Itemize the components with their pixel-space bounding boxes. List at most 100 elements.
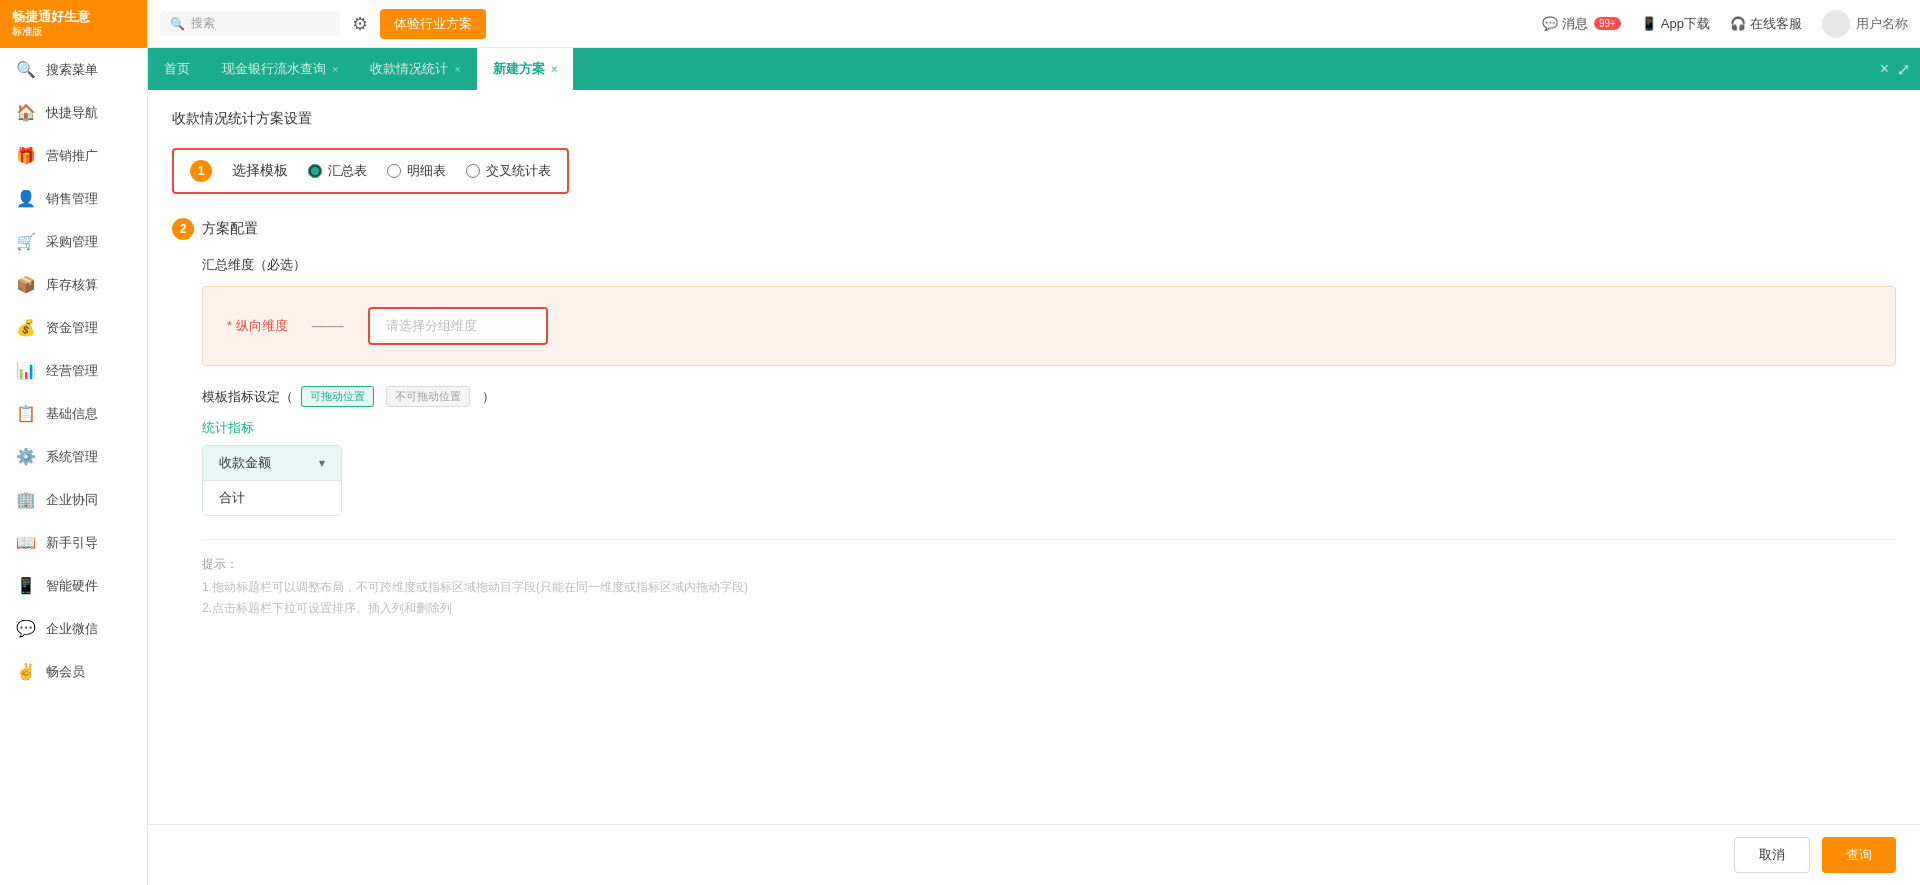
radio-cross[interactable]: 交叉统计表 [466, 162, 551, 180]
radio-summary-label: 汇总表 [328, 162, 367, 180]
settings-icon[interactable]: ⚙ [352, 13, 368, 35]
metrics-section: 模板指标设定（ 可拖动位置 不可拖动位置 ） 统计指标 收款金额 ▾ 合计 [202, 386, 1896, 519]
metrics-movable-tag: 可拖动位置 [301, 386, 374, 407]
member-icon: ✌️ [16, 662, 36, 681]
sidebar-item-sales[interactable]: 👤销售管理 [0, 177, 147, 220]
message-button[interactable]: 💬 消息 99+ [1542, 15, 1621, 33]
dimension-row: 纵向维度 —— 请选择分组维度 [227, 307, 1871, 345]
radio-detail-input[interactable] [387, 164, 401, 178]
config-section: 汇总维度（必选） 纵向维度 —— 请选择分组维度 模板指标设定（ 可 [202, 256, 1896, 617]
sidebar-item-label: 销售管理 [46, 190, 98, 208]
app-download-button[interactable]: 📱 App下载 [1641, 15, 1710, 33]
vertical-dimension-label: 纵向维度 [227, 317, 288, 335]
sidebar-item-member[interactable]: ✌️ 畅会员 [0, 650, 147, 693]
radio-detail[interactable]: 明细表 [387, 162, 446, 180]
tab-actions: × ⤢ [1880, 60, 1920, 79]
topbar-search[interactable]: 🔍 搜索 [160, 11, 340, 36]
step1-section: 1 选择模板 汇总表 明细表 交叉统计表 [172, 148, 1896, 194]
tab-label: 收款情况统计 [370, 60, 448, 78]
column-header-text: 收款金额 [219, 454, 271, 472]
beginner-icon: 📖 [16, 533, 36, 552]
sidebar-item-enterprise[interactable]: 🏢企业协同 [0, 478, 147, 521]
metrics-suffix-text: ） [482, 388, 495, 406]
app-icon: 📱 [1641, 16, 1657, 31]
sidebar-item-finance[interactable]: 💰 资金管理 [0, 306, 147, 349]
column-dropdown-icon[interactable]: ▾ [319, 456, 325, 470]
trial-button[interactable]: 体验行业方案 [380, 9, 486, 39]
tab-label: 首页 [164, 60, 190, 78]
user-avatar [1822, 10, 1850, 38]
step1-header: 1 选择模板 汇总表 明细表 交叉统计表 [172, 148, 1896, 194]
operation-icon: 📊 [16, 361, 36, 380]
marketing-icon: 🎁 [16, 146, 36, 165]
maximize-window-icon[interactable]: ⤢ [1897, 60, 1910, 79]
tab-close-icon[interactable]: × [551, 63, 557, 75]
tab-label: 现金银行流水查询 [222, 60, 326, 78]
main-area: 🔍 搜索 ⚙ 体验行业方案 💬 消息 99+ 📱 App下载 🎧 在线客服 用户… [148, 0, 1920, 885]
tips-item-2: 2.点击标题栏下拉可设置排序、插入列和删除列 [202, 600, 1896, 617]
finance-icon: 💰 [16, 318, 36, 337]
sidebar-item-purchase[interactable]: 🛒采购管理 [0, 220, 147, 263]
query-button[interactable]: 查询 [1822, 837, 1896, 873]
sidebar-item-inventory[interactable]: 📦库存核算 [0, 263, 147, 306]
tab-cash-bank[interactable]: 现金银行流水查询 × [206, 48, 354, 90]
dimension-select[interactable]: 请选择分组维度 [368, 307, 548, 345]
sidebar-item-label: 畅会员 [46, 663, 85, 681]
metrics-config-header: 模板指标设定（ 可拖动位置 不可拖动位置 ） [202, 386, 1896, 407]
step2-section: 2 方案配置 汇总维度（必选） 纵向维度 —— 请选择分组维度 [172, 218, 1896, 617]
sidebar-item-search-menu[interactable]: 🔍搜索菜单 [0, 48, 147, 91]
tab-new-plan[interactable]: 新建方案 × [477, 48, 573, 90]
online-service-label: 在线客服 [1750, 15, 1802, 33]
tabbar: 首页 现金银行流水查询 × 收款情况统计 × 新建方案 × × ⤢ [148, 48, 1920, 90]
basic-info-icon: 📋 [16, 404, 36, 423]
message-icon: 💬 [1542, 16, 1558, 31]
step2-header: 2 方案配置 [172, 218, 1896, 240]
tab-close-icon[interactable]: × [332, 63, 338, 75]
user-info[interactable]: 用户名称 [1822, 10, 1908, 38]
message-label: 消息 [1562, 15, 1588, 33]
step1-title: 选择模板 [232, 162, 288, 180]
stats-table-header[interactable]: 收款金额 ▾ [203, 446, 341, 481]
search-placeholder-text: 搜索 [191, 15, 215, 32]
sidebar-item-quick-nav[interactable]: 🏠快捷导航 [0, 91, 147, 134]
topbar: 🔍 搜索 ⚙ 体验行业方案 💬 消息 99+ 📱 App下载 🎧 在线客服 用户… [148, 0, 1920, 48]
template-selection-box: 1 选择模板 汇总表 明细表 交叉统计表 [172, 148, 569, 194]
sidebar-item-beginner[interactable]: 📖新手引导 [0, 521, 147, 564]
sidebar-item-smart-hw[interactable]: 📱智能硬件 [0, 564, 147, 607]
dimension-area: 纵向维度 —— 请选择分组维度 [202, 286, 1896, 366]
cancel-button[interactable]: 取消 [1734, 837, 1810, 873]
radio-cross-input[interactable] [466, 164, 480, 178]
sys-manage-icon: ⚙️ [16, 447, 36, 466]
radio-summary[interactable]: 汇总表 [308, 162, 367, 180]
service-icon: 🎧 [1730, 16, 1746, 31]
tab-close-icon[interactable]: × [454, 63, 460, 75]
wechat-icon: 💬 [16, 619, 36, 638]
sidebar-item-sys-manage[interactable]: ⚙️系统管理 [0, 435, 147, 478]
tab-home[interactable]: 首页 [148, 48, 206, 90]
tab-label: 新建方案 [493, 60, 545, 78]
sidebar-item-label: 采购管理 [46, 233, 98, 251]
radio-summary-input[interactable] [308, 164, 322, 178]
inventory-icon: 📦 [16, 275, 36, 294]
tips-title: 提示： [202, 556, 1896, 573]
radio-cross-label: 交叉统计表 [486, 162, 551, 180]
close-window-icon[interactable]: × [1880, 60, 1889, 78]
tips-section: 提示： 1.拖动标题栏可以调整布局，不可跨维度或指标区域拖动目字段(只能在同一维… [202, 539, 1896, 617]
sidebar-item-label: 企业微信 [46, 620, 98, 638]
sidebar-item-basic-info[interactable]: 📋 基础信息 [0, 392, 147, 435]
tab-receipts-stat[interactable]: 收款情况统计 × [354, 48, 476, 90]
sidebar-item-wechat[interactable]: 💬 企业微信 [0, 607, 147, 650]
enterprise-icon: 🏢 [16, 490, 36, 509]
sidebar-logo: 畅捷通好生意 标准版 [0, 0, 147, 48]
footer-bar: 取消 查询 [148, 824, 1920, 885]
step1-number: 1 [190, 160, 212, 182]
sidebar-item-label: 基础信息 [46, 405, 98, 423]
sidebar-item-marketing[interactable]: 🎁 营销推广 [0, 134, 147, 177]
logo-main-text: 畅捷通好生意 [12, 9, 90, 25]
user-name: 用户名称 [1856, 15, 1908, 33]
sidebar-item-label: 营销推广 [46, 147, 98, 165]
sidebar-item-operation[interactable]: 📊经营管理 [0, 349, 147, 392]
online-service-button[interactable]: 🎧 在线客服 [1730, 15, 1802, 33]
sidebar-item-label: 资金管理 [46, 319, 98, 337]
metrics-fixed-tag: 不可拖动位置 [386, 386, 470, 407]
